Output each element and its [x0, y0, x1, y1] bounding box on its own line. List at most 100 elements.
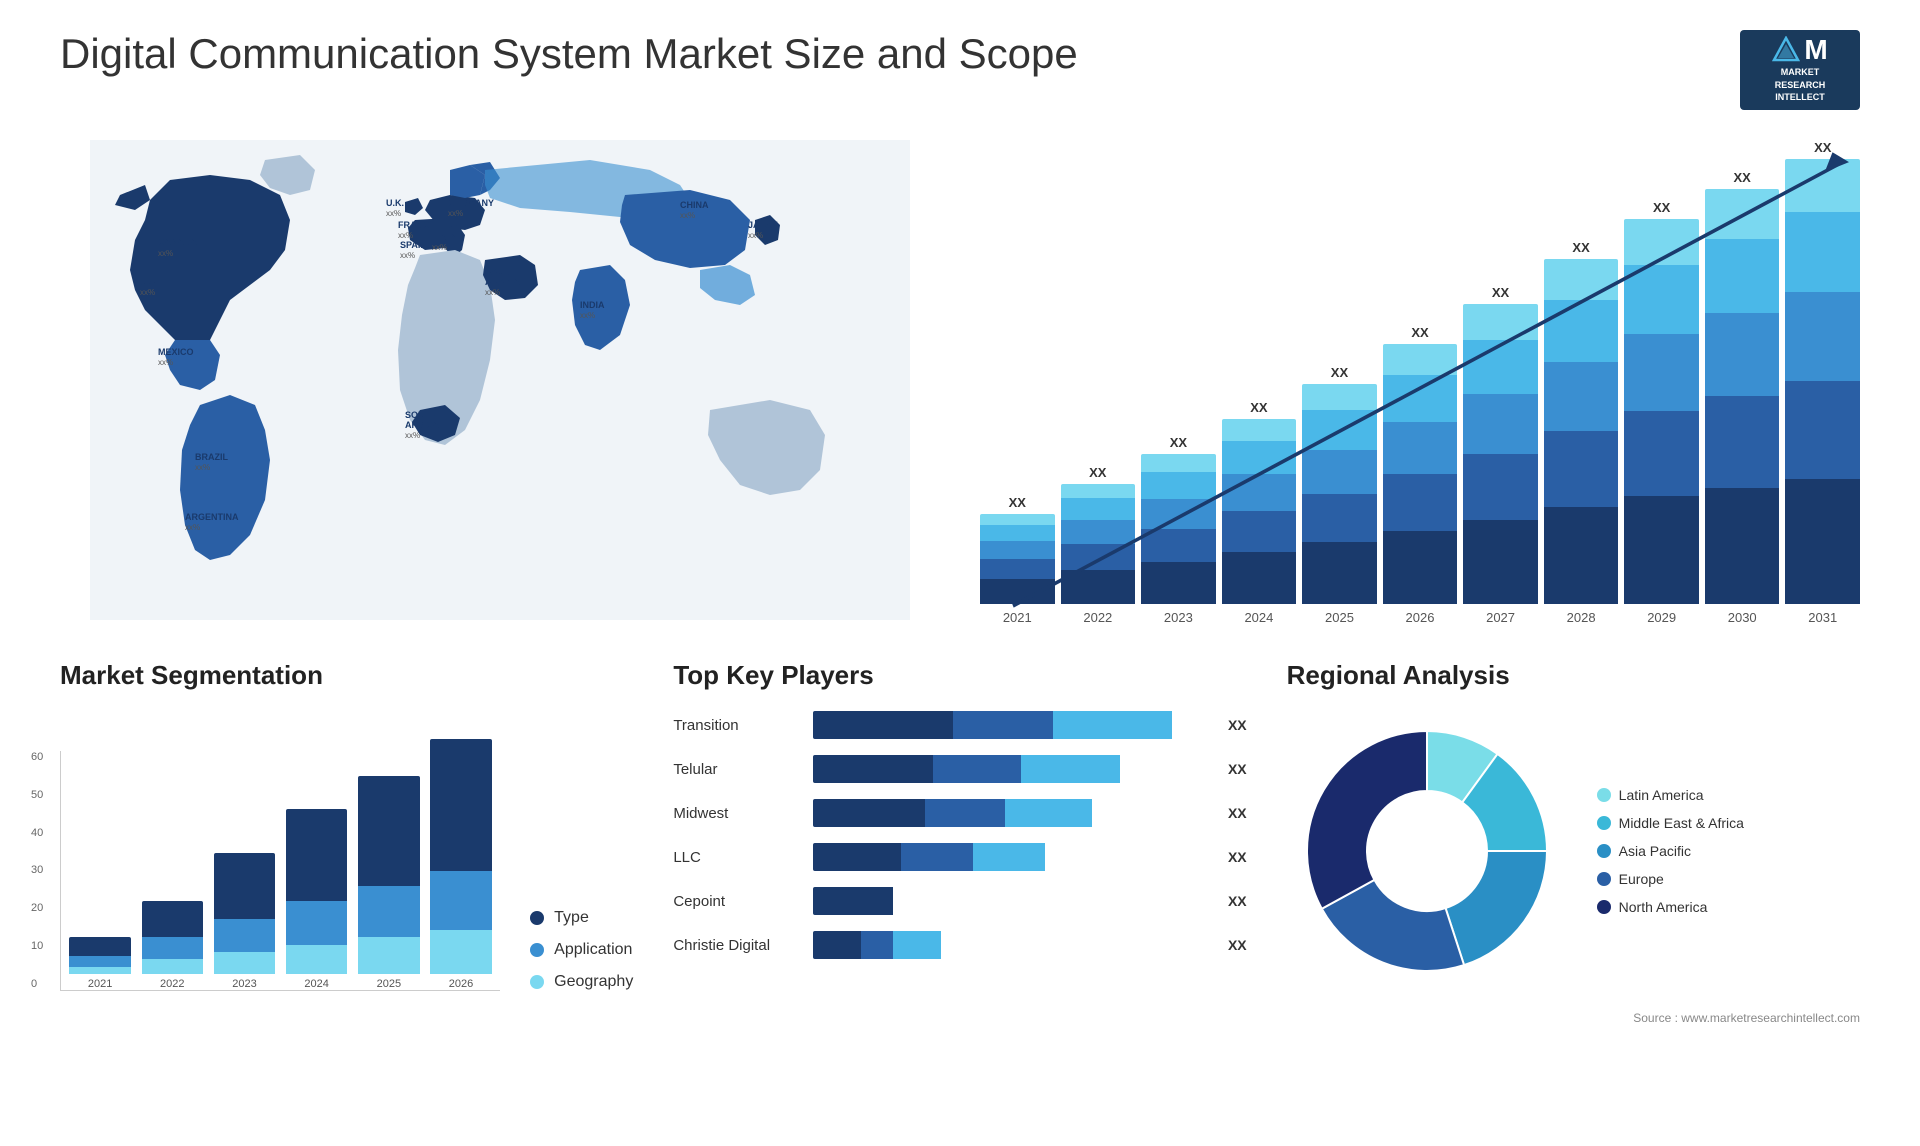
player-name: Midwest [673, 805, 803, 822]
page-container: Digital Communication System Market Size… [0, 0, 1920, 1146]
legend-label: Geography [554, 973, 633, 991]
growth-chart-container: XX2021XX2022XX2023XX2024XX2025XX2026XX20… [980, 140, 1860, 620]
donut-segment [1307, 731, 1427, 909]
player-row: Midwest XX [673, 799, 1246, 827]
map-label-mexico: MEXICO [158, 347, 194, 357]
svg-text:xx%: xx% [140, 288, 155, 297]
player-name: LLC [673, 849, 803, 866]
bar-year-label: 2024 [1244, 610, 1273, 625]
player-bar [813, 799, 1212, 827]
seg-y-labels: 6050403020100 [31, 751, 43, 990]
bar-year-label: 2028 [1567, 610, 1596, 625]
seg-bar-group: 2022 [138, 901, 206, 990]
legend-label: Application [554, 941, 632, 959]
seg-bar-group: 2026 [427, 739, 495, 990]
player-value: XX [1228, 849, 1247, 865]
bar-value-label: XX [1009, 495, 1026, 510]
regional-legend-item: Europe [1597, 871, 1744, 887]
seg-bar-group: 2024 [283, 809, 351, 990]
growth-bar-group: XX2022 [1061, 465, 1136, 625]
legend-dot [530, 975, 544, 989]
growth-bar-group: XX 2027 [1463, 285, 1538, 625]
map-label-south-africa: SOUTH [405, 410, 437, 420]
regional-dot [1597, 900, 1611, 914]
map-label-us: U.S. [140, 277, 158, 287]
donut-area: Latin AmericaMiddle East & AfricaAsia Pa… [1287, 711, 1860, 991]
player-value: XX [1228, 761, 1247, 777]
player-row: Christie DigitalXX [673, 931, 1246, 959]
growth-bar-group: XX 2030 [1705, 170, 1780, 625]
seg-legend-item: Geography [530, 973, 633, 991]
player-row: LLC XX [673, 843, 1246, 871]
player-name: Telular [673, 761, 803, 778]
bar-value-label: XX [1572, 240, 1589, 255]
svg-text:ARABIA: ARABIA [485, 277, 520, 287]
player-row: CepointXX [673, 887, 1246, 915]
players-list: TransitionXX Telular XX Midwest XX LLC XX Cepoi… [673, 711, 1246, 959]
svg-text:xx%: xx% [398, 231, 413, 240]
top-section: CANADA xx% U.S. xx% MEXICO xx% BRAZIL xx… [60, 140, 1860, 620]
svg-text:xx%: xx% [158, 358, 173, 367]
map-label-brazil: BRAZIL [195, 452, 228, 462]
bar-year-label: 2021 [1003, 610, 1032, 625]
seg-year-label: 2023 [232, 978, 256, 990]
regional-dot [1597, 844, 1611, 858]
regional-legend-label: Asia Pacific [1619, 843, 1691, 859]
bar-value-label: XX [1250, 400, 1267, 415]
bar-value-label: XX [1411, 325, 1428, 340]
growth-bar-group: XX2025 [1302, 365, 1377, 625]
seg-year-label: 2024 [304, 978, 328, 990]
seg-legend-item: Application [530, 941, 633, 959]
map-label-italy: ITALY [432, 232, 457, 242]
map-label-uk: U.K. [386, 198, 404, 208]
bar-value-label: XX [1734, 170, 1751, 185]
svg-text:xx%: xx% [386, 209, 401, 218]
svg-text:xx%: xx% [158, 249, 173, 258]
growth-bar-group: XX2026 [1383, 325, 1458, 625]
svg-text:xx%: xx% [448, 209, 463, 218]
growth-bar-group: XX 2028 [1544, 240, 1619, 625]
bar-year-label: 2023 [1164, 610, 1193, 625]
regional-dot [1597, 788, 1611, 802]
player-value: XX [1228, 805, 1247, 821]
player-value: XX [1228, 717, 1247, 733]
growth-bar-group: XX 2021 [980, 495, 1055, 625]
bar-value-label: XX [1170, 435, 1187, 450]
regional-legend-item: Middle East & Africa [1597, 815, 1744, 831]
seg-legend-item: Type [530, 909, 633, 927]
growth-bar-group: XX 2024 [1222, 400, 1297, 625]
player-bar [813, 887, 1212, 915]
bottom-section: Market Segmentation 6050403020100 202120… [60, 660, 1860, 1025]
player-bar [813, 711, 1212, 739]
player-row: TransitionXX [673, 711, 1246, 739]
bar-value-label: XX [1089, 465, 1106, 480]
bar-value-label: XX [1653, 200, 1670, 215]
players-container: Top Key Players TransitionXXTelularXXMid… [673, 660, 1246, 975]
map-label-france: FRANCE [398, 220, 436, 230]
logo-box: M MARKET RESEARCH INTELLECT [1740, 30, 1860, 110]
player-bar [813, 843, 1212, 871]
svg-text:xx%: xx% [580, 311, 595, 320]
player-row: Telular XX [673, 755, 1246, 783]
source-text: Source : www.marketresearchintellect.com [1287, 1011, 1860, 1025]
bar-year-label: 2029 [1647, 610, 1676, 625]
bar-value-label: XX [1492, 285, 1509, 300]
seg-bars-container: 6050403020100 202120222023202420252026 [60, 751, 500, 991]
bar-value-label: XX [1331, 365, 1348, 380]
legend-label: Type [554, 909, 589, 927]
map-label-spain: SPAIN [400, 240, 427, 250]
logo-icon [1772, 36, 1800, 64]
map-label-india: INDIA [580, 300, 605, 310]
bar-year-label: 2030 [1728, 610, 1757, 625]
svg-text:xx%: xx% [748, 231, 763, 240]
seg-year-label: 2026 [449, 978, 473, 990]
donut-segment [1445, 851, 1546, 965]
map-label-germany: GERMANY [448, 198, 494, 208]
map-label-canada: CANADA [158, 237, 197, 247]
bar-year-label: 2027 [1486, 610, 1515, 625]
regional-legend-item: Asia Pacific [1597, 843, 1744, 859]
logo-text: MARKET RESEARCH INTELLECT [1775, 66, 1826, 104]
map-label-japan: JAPAN [748, 220, 778, 230]
logo-container: M MARKET RESEARCH INTELLECT [1740, 30, 1860, 110]
world-map-container: CANADA xx% U.S. xx% MEXICO xx% BRAZIL xx… [60, 140, 940, 620]
